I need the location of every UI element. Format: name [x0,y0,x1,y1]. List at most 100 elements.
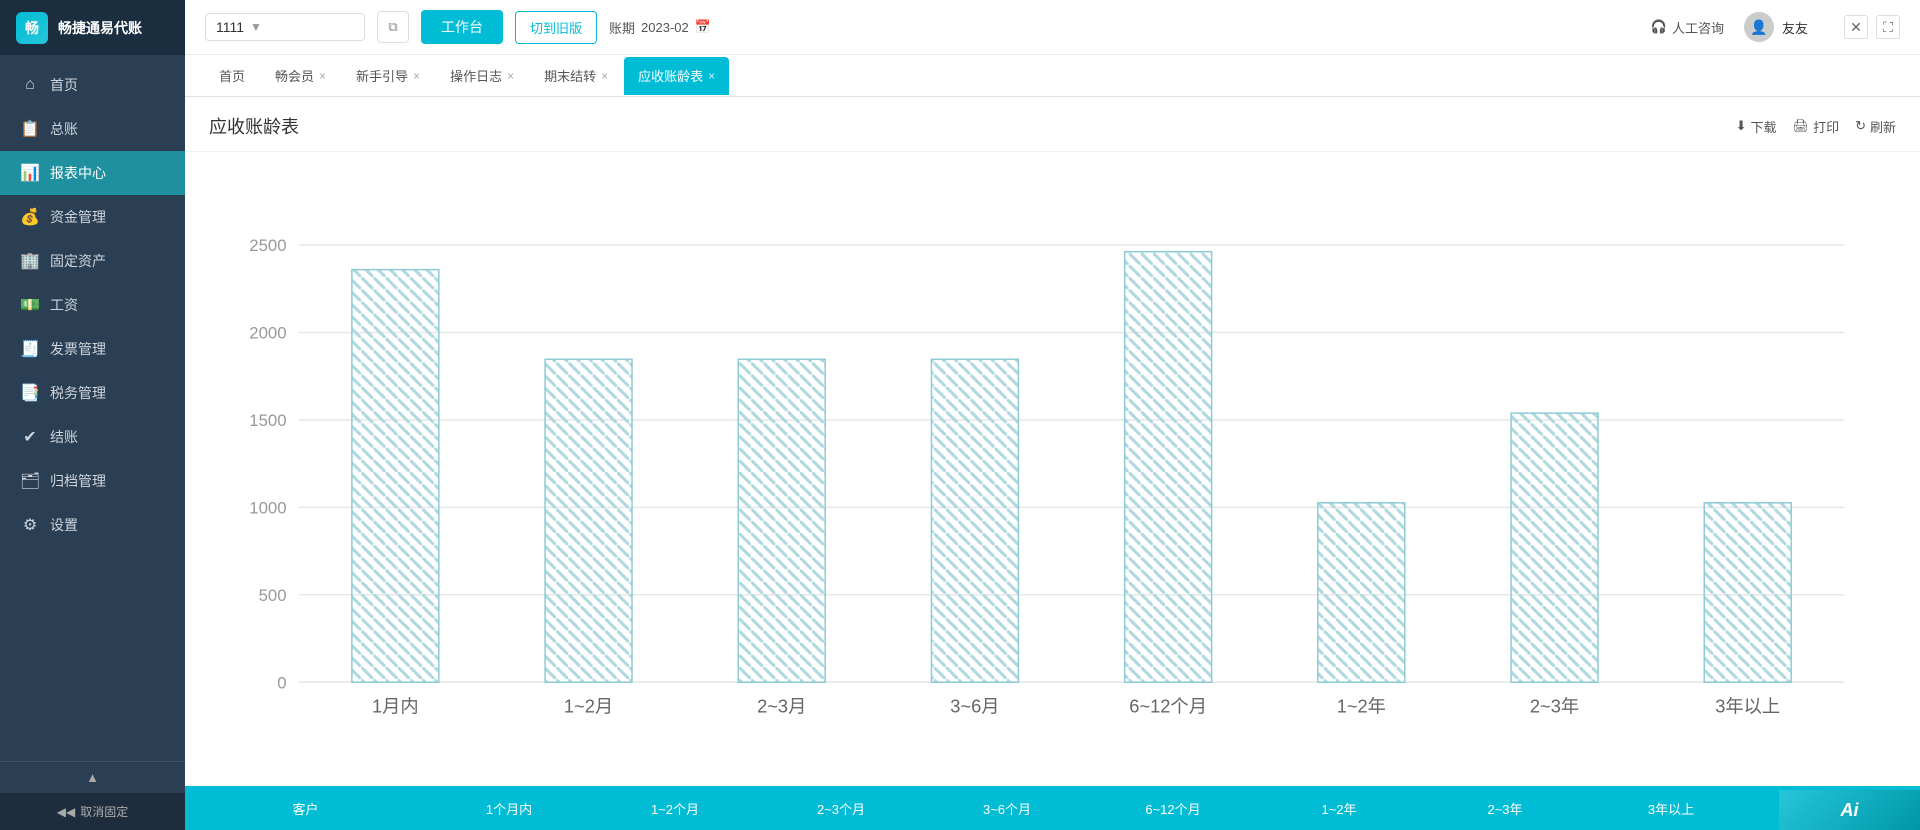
refresh-label: 刷新 [1870,117,1896,136]
th-cell-0: 客户 [185,799,426,818]
tab-bar: 首页畅会员×新手引导×操作日志×期末结转×应收账龄表× [185,55,1920,97]
download-label: 下载 [1751,117,1777,136]
bar-label-4: 6~12个月 [1129,696,1207,717]
topbar: 1111 ▼ ⧉ 工作台 切到旧版 账期 2023-02 📅 🎧 人工咨询 👤 … [185,0,1920,55]
svg-text:1500: 1500 [249,411,286,430]
tab-close-2[interactable]: × [413,70,420,82]
bar-label-5: 1~2年 [1337,696,1386,717]
nav-icon-首页: ⌂ [20,76,40,94]
sidebar-item-固定资产[interactable]: 🏢 固定资产 [0,239,185,283]
close-window-button[interactable]: ✕ [1844,15,1868,39]
user-info[interactable]: 👤 友友 [1744,12,1808,42]
cancel-fixed-btn[interactable]: ◀◀ 取消固定 [0,793,185,830]
table-header-row: 客户1个月内1~2个月2~3个月3~6个月6~12个月1~2年2~3年3年以上合… [185,786,1920,830]
print-icon: 🖨 [1793,118,1810,134]
sidebar-item-结账[interactable]: ✔ 结账 [0,415,185,459]
tab-label-0: 首页 [219,66,245,85]
tab-close-3[interactable]: × [507,70,514,82]
sidebar-item-发票管理[interactable]: 🧾 发票管理 [0,327,185,371]
dropdown-arrow-icon: ▼ [250,20,262,34]
bar-2 [738,359,825,682]
nav-icon-报表中心: 📊 [20,163,40,183]
bar-3 [931,359,1018,682]
ai-badge[interactable]: Ai [1779,790,1920,830]
page-header: 应收账龄表 ⬇ 下载 🖨 打印 ↻ 刷新 [185,97,1920,152]
maximize-icon: ⛶ [1883,19,1893,36]
copy-icon: ⧉ [388,19,397,35]
window-controls: ✕ ⛶ [1844,15,1900,39]
tab-close-5[interactable]: × [708,70,715,82]
nav-label-结账: 结账 [50,427,78,447]
bar-1 [545,359,632,682]
print-button[interactable]: 🖨 打印 [1793,117,1840,136]
nav-label-固定资产: 固定资产 [50,251,106,271]
tab-操作日志[interactable]: 操作日志× [436,57,528,95]
ai-label: Ai [1841,800,1859,821]
sidebar-item-归档管理[interactable]: 🗂 归档管理 [0,459,185,503]
bar-5 [1318,503,1405,682]
nav-label-首页: 首页 [50,75,78,95]
th-cell-3: 2~3个月 [758,799,924,818]
calendar-icon[interactable]: 📅 [695,19,711,35]
main-area: 1111 ▼ ⧉ 工作台 切到旧版 账期 2023-02 📅 🎧 人工咨询 👤 … [185,0,1920,830]
period-value: 2023-02 [641,20,689,35]
bar-0 [352,270,439,683]
tab-首页[interactable]: 首页 [205,57,259,95]
company-select[interactable]: 1111 ▼ [205,13,365,41]
tab-close-4[interactable]: × [601,70,608,82]
tab-close-1[interactable]: × [319,70,326,82]
period-info: 账期 2023-02 📅 [609,18,711,37]
download-button[interactable]: ⬇ 下载 [1736,117,1777,136]
switch-version-button[interactable]: 切到旧版 [515,11,597,44]
sidebar-item-工资[interactable]: 💵 工资 [0,283,185,327]
sidebar-item-总账[interactable]: 📋 总账 [0,107,185,151]
nav-icon-固定资产: 🏢 [20,251,40,271]
svg-text:1000: 1000 [249,498,286,517]
tab-应收账龄表[interactable]: 应收账龄表× [624,57,729,95]
sidebar-item-税务管理[interactable]: 📑 税务管理 [0,371,185,415]
nav-label-归档管理: 归档管理 [50,471,106,491]
support-label: 人工咨询 [1672,18,1724,37]
chart-container: 050010001500200025001月内1~2月2~3月3~6月6~12个… [185,152,1920,786]
maximize-window-button[interactable]: ⛶ [1876,15,1900,39]
sidebar-item-资金管理[interactable]: 💰 资金管理 [0,195,185,239]
header-actions: ⬇ 下载 🖨 打印 ↻ 刷新 [1736,117,1896,136]
sidebar-item-设置[interactable]: ⚙ 设置 [0,503,185,547]
support-button[interactable]: 🎧 人工咨询 [1651,18,1724,37]
tab-label-1: 畅会员 [275,66,314,85]
tab-期末结转[interactable]: 期末结转 × [530,57,622,95]
th-cell-5: 6~12个月 [1090,799,1256,818]
nav-icon-设置: ⚙ [20,515,40,535]
bar-label-0: 1月内 [372,696,419,717]
copy-button[interactable]: ⧉ [377,11,409,43]
refresh-button[interactable]: ↻ 刷新 [1855,117,1896,136]
svg-text:2500: 2500 [249,236,286,255]
sidebar: 畅 畅捷通易代账 ⌂ 首页📋 总账📊 报表中心💰 资金管理🏢 固定资产💵 工资🧾… [0,0,185,830]
chart-wrapper: 050010001500200025001月内1~2月2~3月3~6月6~12个… [215,172,1890,766]
headset-icon: 🎧 [1651,19,1667,35]
page-title: 应收账龄表 [209,113,299,139]
nav-icon-工资: 💵 [20,295,40,315]
topbar-right: 🎧 人工咨询 👤 友友 ✕ ⛶ [1651,12,1900,42]
th-cell-4: 3~6个月 [924,799,1090,818]
content-area: 应收账龄表 ⬇ 下载 🖨 打印 ↻ 刷新 0500100015 [185,97,1920,830]
th-cell-1: 1个月内 [426,799,592,818]
tab-新手引导[interactable]: 新手引导 × [342,57,434,95]
tab-畅会员[interactable]: 畅会员 × [261,57,340,95]
sidebar-nav: ⌂ 首页📋 总账📊 报表中心💰 资金管理🏢 固定资产💵 工资🧾 发票管理📑 税务… [0,55,185,761]
avatar-icon: 👤 [1750,19,1767,36]
tab-label-4: 期末结转 [544,66,596,85]
avatar: 👤 [1744,12,1774,42]
nav-icon-资金管理: 💰 [20,207,40,227]
nav-label-总账: 总账 [50,119,78,139]
tab-label-2: 新手引导 [356,66,408,85]
sidebar-item-报表中心[interactable]: 📊 报表中心 [0,151,185,195]
scroll-up-btn[interactable]: ▲ [0,761,185,793]
bar-label-7: 3年以上 [1715,696,1780,717]
sidebar-item-首页[interactable]: ⌂ 首页 [0,63,185,107]
nav-icon-结账: ✔ [20,427,40,447]
username: 友友 [1782,18,1808,37]
workbench-button[interactable]: 工作台 [421,10,503,44]
th-cell-7: 2~3年 [1422,799,1588,818]
sidebar-logo: 畅 畅捷通易代账 [0,0,185,55]
